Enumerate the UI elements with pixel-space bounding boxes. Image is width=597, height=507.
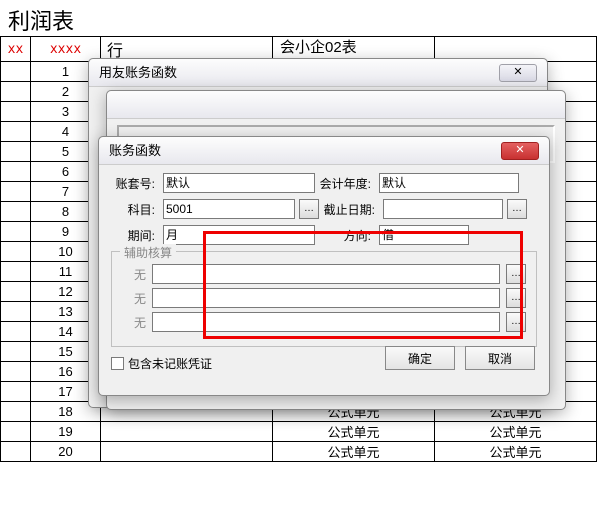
cell: [101, 422, 273, 442]
aux-browse-3[interactable]: …: [506, 312, 526, 332]
row-num: 20: [31, 442, 101, 462]
cutoff-browse-button[interactable]: …: [507, 199, 527, 219]
row-num: [1, 242, 31, 262]
dialog-account-func: 账务函数 ✕ 账套号: 默认 会计年度: 默认 科目: … 截止日期: … 期间…: [98, 136, 550, 396]
row-num: [1, 302, 31, 322]
row-num: [1, 102, 31, 122]
page-title: 利润表: [0, 0, 597, 40]
aux-browse-2[interactable]: …: [506, 288, 526, 308]
row-num: [1, 262, 31, 282]
row-num: [1, 422, 31, 442]
cell: [101, 442, 273, 462]
close-icon[interactable]: ✕: [499, 64, 537, 82]
row-num: [1, 202, 31, 222]
close-icon[interactable]: ✕: [501, 142, 539, 160]
acct-set-select[interactable]: 默认: [163, 173, 315, 193]
cell: 公式单元: [435, 442, 597, 462]
aux-browse-1[interactable]: …: [506, 264, 526, 284]
aux-group: 辅助核算 无 … 无 … 无 …: [111, 251, 537, 347]
aux-label-1: 无: [122, 266, 146, 283]
cell-marker: xx: [1, 37, 31, 62]
year-select[interactable]: 默认: [379, 173, 519, 193]
row-num: [1, 222, 31, 242]
dialog-title: 账务函数: [109, 137, 501, 165]
direction-label: 方向:: [319, 227, 375, 244]
aux-label-3: 无: [122, 314, 146, 331]
aux-input-1[interactable]: [152, 264, 500, 284]
period-select[interactable]: 月: [163, 225, 315, 245]
row-num: [1, 82, 31, 102]
row-num: [1, 162, 31, 182]
row-num: [1, 122, 31, 142]
row-num: [1, 142, 31, 162]
subject-input[interactable]: [163, 199, 295, 219]
cell: 公式单元: [273, 442, 435, 462]
year-label: 会计年度:: [319, 175, 375, 192]
aux-input-2[interactable]: [152, 288, 500, 308]
aux-input-3[interactable]: [152, 312, 500, 332]
cell: 公式单元: [435, 422, 597, 442]
acct-set-label: 账套号:: [111, 175, 159, 192]
row-num: [1, 342, 31, 362]
subject-browse-button[interactable]: …: [299, 199, 319, 219]
row-num: [1, 182, 31, 202]
row-num: [1, 382, 31, 402]
subject-label: 科目:: [111, 201, 159, 218]
row-num: [1, 282, 31, 302]
row-num: [1, 442, 31, 462]
row-num: [1, 322, 31, 342]
period-label: 期间:: [111, 227, 159, 244]
ok-button[interactable]: 确定: [385, 346, 455, 370]
aux-label-2: 无: [122, 290, 146, 307]
cutoff-input[interactable]: [383, 199, 503, 219]
row-num: 19: [31, 422, 101, 442]
row-num: [1, 362, 31, 382]
dialog-title: 用友账务函数: [99, 59, 499, 87]
include-unposted-checkbox[interactable]: [111, 357, 124, 370]
include-unposted-label: 包含未记账凭证: [128, 355, 212, 372]
direction-select[interactable]: 借: [379, 225, 469, 245]
row-num: [1, 62, 31, 82]
row-num: [1, 402, 31, 422]
cell: 公式单元: [273, 422, 435, 442]
aux-legend: 辅助核算: [120, 244, 176, 261]
cancel-button[interactable]: 取消: [465, 346, 535, 370]
cutoff-label: 截止日期:: [323, 201, 379, 218]
